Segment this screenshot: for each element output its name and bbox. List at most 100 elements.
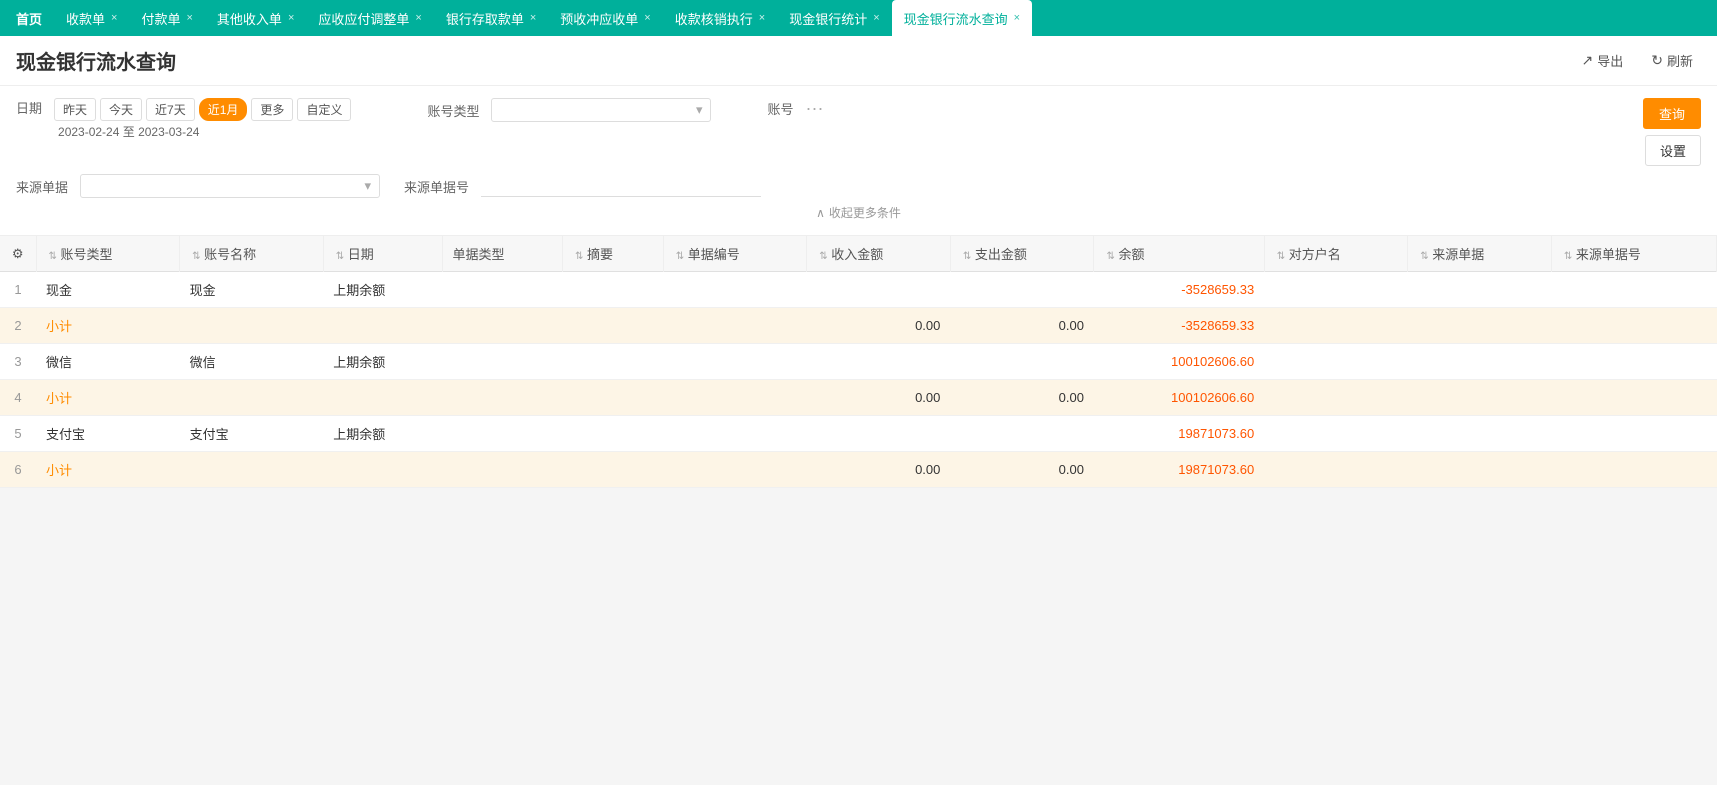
cell-doc-type [442,344,562,380]
nav-tab-yingshouyingfu[interactable]: 应收应付调整单 × [306,0,433,36]
cell-date [323,308,442,344]
sort-icon[interactable]: ⇅ [1420,251,1428,262]
close-icon[interactable]: × [530,12,536,24]
close-icon[interactable]: × [186,12,192,24]
cell-income [807,416,951,452]
date-7days[interactable]: 近7天 [146,98,195,121]
source-doc-no-input[interactable] [481,175,761,197]
date-filter-label: 日期 [16,98,42,117]
nav-tab-shoukuanhexiao[interactable]: 收款核销执行 × [663,0,777,36]
sort-icon[interactable]: ⇅ [575,251,583,262]
export-icon: ↗ [1582,52,1594,69]
export-label: 导出 [1597,51,1623,70]
cell-expense [950,344,1094,380]
header-actions: ↗ 导出 ↻ 刷新 [1574,47,1702,74]
cell-balance: 19871073.60 [1094,416,1264,452]
close-icon[interactable]: × [644,12,650,24]
close-icon[interactable]: × [415,12,421,24]
cell-account-name: 现金 [180,272,324,308]
date-more[interactable]: 更多 [251,98,293,121]
close-icon[interactable]: × [759,12,765,24]
account-type-select[interactable]: ▾ [491,98,711,122]
sort-icon[interactable]: ⇅ [676,251,684,262]
collapse-button[interactable]: ∧ 收起更多条件 [16,198,1701,223]
gear-icon: ⚙ [12,246,24,261]
close-icon[interactable]: × [1014,12,1020,24]
nav-home[interactable]: 首页 [4,0,54,36]
col-doc-no: ⇅ 单据编号 [663,236,807,272]
date-options: 昨天 今天 近7天 近1月 更多 自定义 [54,98,351,121]
row-number: 3 [0,344,36,380]
settings-button[interactable]: 设置 [1645,135,1701,166]
cell-doc-type [442,272,562,308]
cell-balance: -3528659.33 [1094,272,1264,308]
page-title: 现金银行流水查询 [16,46,176,75]
nav-tab-qitashouru[interactable]: 其他收入单 × [205,0,306,36]
date-1month[interactable]: 近1月 [199,98,248,121]
refresh-label: 刷新 [1667,51,1693,70]
cell-source-doc-no [1551,380,1716,416]
cell-income: 0.00 [807,380,951,416]
cell-doc-type [442,380,562,416]
cell-doc-no [663,380,807,416]
account-type-label: 账号类型 [427,101,479,120]
refresh-button[interactable]: ↻ 刷新 [1643,47,1701,74]
nav-tab-shoukuandan[interactable]: 收款单 × [54,0,129,36]
nav-tab-xianjinyinhang-stat[interactable]: 现金银行统计 × [777,0,891,36]
query-button[interactable]: 查询 [1643,98,1701,129]
col-date: ⇅ 日期 [323,236,442,272]
nav-tab-yushou[interactable]: 预收冲应收单 × [548,0,662,36]
cell-source-doc-no [1551,416,1716,452]
date-custom[interactable]: 自定义 [297,98,351,121]
sort-icon[interactable]: ⇅ [49,251,57,262]
sort-icon[interactable]: ⇅ [336,251,344,262]
table-row: 3微信微信上期余额100102606.60 [0,344,1717,380]
close-icon[interactable]: × [111,12,117,24]
nav-tab-xianjinyinhang-flow[interactable]: 现金银行流水查询 × [892,0,1032,36]
table-row: 2小计0.000.00-3528659.33 [0,308,1717,344]
cell-source-doc-no [1551,344,1716,380]
cell-expense [950,416,1094,452]
source-doc-no-group: 来源单据号 [404,175,761,197]
tab-label: 现金银行统计 [789,9,867,28]
cell-balance: 100102606.60 [1094,380,1264,416]
row-number: 5 [0,416,36,452]
cell-source-doc-no [1551,452,1716,488]
col-income: ⇅ 收入金额 [807,236,951,272]
nav-tab-yinhangcunqu[interactable]: 银行存取款单 × [434,0,548,36]
sort-icon[interactable]: ⇅ [819,251,827,262]
sort-icon[interactable]: ⇅ [1106,251,1114,262]
sort-icon[interactable]: ⇅ [1277,251,1285,262]
tab-label: 预收冲应收单 [560,9,638,28]
settings-column-header[interactable]: ⚙ [0,236,36,272]
cell-account-type: 小计 [36,452,180,488]
cell-date [323,380,442,416]
export-button[interactable]: ↗ 导出 [1574,47,1632,74]
dropdown-icon: ▾ [696,102,703,118]
cell-doc-type [442,416,562,452]
cell-source-doc [1408,344,1552,380]
tab-label: 现金银行流水查询 [904,9,1008,28]
source-doc-no-label: 来源单据号 [404,177,469,196]
cell-income [807,272,951,308]
date-yesterday[interactable]: 昨天 [54,98,96,121]
account-more-icon[interactable]: ··· [805,98,823,119]
cell-summary [563,308,664,344]
date-today[interactable]: 今天 [100,98,142,121]
sort-icon[interactable]: ⇅ [1564,251,1572,262]
row-number: 1 [0,272,36,308]
close-icon[interactable]: × [288,12,294,24]
close-icon[interactable]: × [873,12,879,24]
cell-account-name: 微信 [180,344,324,380]
dropdown-icon: ▾ [364,178,371,194]
sort-icon[interactable]: ⇅ [192,251,200,262]
cell-balance: 19871073.60 [1094,452,1264,488]
nav-tab-fukuandan[interactable]: 付款单 × [129,0,204,36]
cell-income: 0.00 [807,308,951,344]
filter-area: 日期 昨天 今天 近7天 近1月 更多 自定义 2023-02-24 至 202… [0,86,1717,236]
sort-icon[interactable]: ⇅ [963,251,971,262]
source-doc-select[interactable]: ▾ [80,174,380,198]
cell-summary [563,416,664,452]
cell-source-doc [1408,272,1552,308]
cell-doc-no [663,416,807,452]
